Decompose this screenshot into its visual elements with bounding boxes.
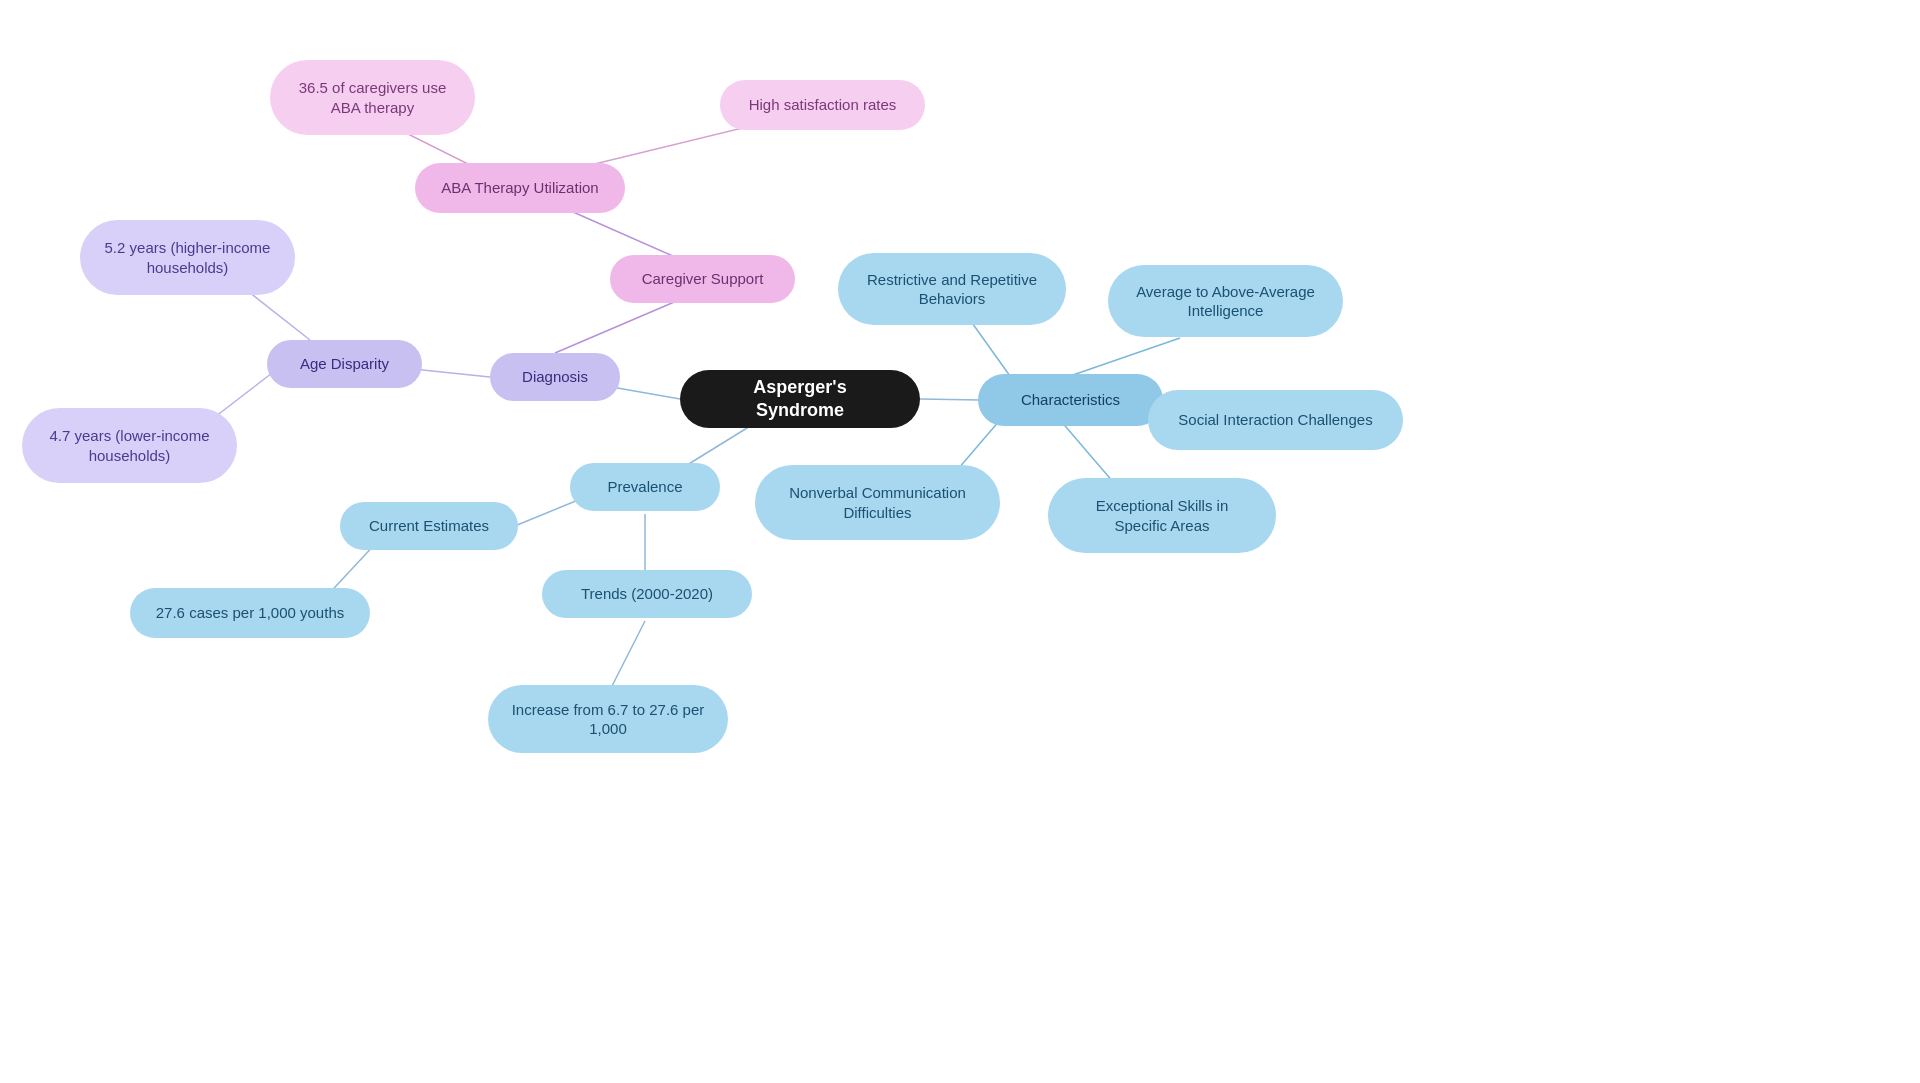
aba-stat-node: 36.5 of caregivers use ABA therapy bbox=[270, 60, 475, 135]
svg-line-0 bbox=[920, 399, 980, 400]
nonverbal-node: Nonverbal Communication Difficulties bbox=[755, 465, 1000, 540]
caregiver-support-label: Caregiver Support bbox=[642, 269, 764, 289]
age-disparity-node: Age Disparity bbox=[267, 340, 422, 388]
higher-income-label: 5.2 years (higher-income households) bbox=[102, 238, 273, 277]
higher-income-node: 5.2 years (higher-income households) bbox=[80, 220, 295, 295]
current-estimates-node: Current Estimates bbox=[340, 502, 518, 550]
svg-line-14 bbox=[970, 320, 1010, 376]
nonverbal-label: Nonverbal Communication Difficulties bbox=[777, 483, 978, 522]
social-interaction-label: Social Interaction Challenges bbox=[1178, 410, 1372, 430]
cases-node: 27.6 cases per 1,000 youths bbox=[130, 588, 370, 638]
characteristics-label: Characteristics bbox=[1021, 390, 1120, 410]
center-label: Asperger's Syndrome bbox=[716, 376, 884, 423]
lower-income-node: 4.7 years (lower-income households) bbox=[22, 408, 237, 483]
social-interaction-node: Social Interaction Challenges bbox=[1148, 390, 1403, 450]
increase-node: Increase from 6.7 to 27.6 per 1,000 bbox=[488, 685, 728, 753]
restrictive-label: Restrictive and Repetitive Behaviors bbox=[860, 270, 1044, 309]
svg-line-13 bbox=[610, 621, 645, 690]
diagnosis-label: Diagnosis bbox=[522, 367, 588, 387]
prevalence-label: Prevalence bbox=[607, 477, 682, 497]
aba-therapy-label: ABA Therapy Utilization bbox=[441, 178, 598, 198]
exceptional-skills-label: Exceptional Skills in Specific Areas bbox=[1070, 496, 1254, 535]
restrictive-node: Restrictive and Repetitive Behaviors bbox=[838, 253, 1066, 325]
svg-line-15 bbox=[1070, 338, 1180, 376]
trends-node: Trends (2000-2020) bbox=[542, 570, 752, 618]
caregiver-support-node: Caregiver Support bbox=[610, 255, 795, 303]
age-disparity-label: Age Disparity bbox=[300, 354, 389, 374]
cases-label: 27.6 cases per 1,000 youths bbox=[156, 603, 344, 623]
center-node: Asperger's Syndrome bbox=[680, 370, 920, 428]
increase-label: Increase from 6.7 to 27.6 per 1,000 bbox=[510, 700, 706, 739]
characteristics-node: Characteristics bbox=[978, 374, 1163, 426]
high-satisfaction-label: High satisfaction rates bbox=[749, 95, 897, 115]
current-estimates-label: Current Estimates bbox=[369, 516, 489, 536]
trends-label: Trends (2000-2020) bbox=[581, 584, 713, 604]
prevalence-node: Prevalence bbox=[570, 463, 720, 511]
diagnosis-node: Diagnosis bbox=[490, 353, 620, 401]
exceptional-skills-node: Exceptional Skills in Specific Areas bbox=[1048, 478, 1276, 553]
aba-stat-label: 36.5 of caregivers use ABA therapy bbox=[292, 78, 453, 117]
lower-income-label: 4.7 years (lower-income households) bbox=[44, 426, 215, 465]
avg-intelligence-node: Average to Above-Average Intelligence bbox=[1108, 265, 1343, 337]
high-satisfaction-node: High satisfaction rates bbox=[720, 80, 925, 130]
aba-therapy-node: ABA Therapy Utilization bbox=[415, 163, 625, 213]
avg-intelligence-label: Average to Above-Average Intelligence bbox=[1130, 282, 1321, 321]
